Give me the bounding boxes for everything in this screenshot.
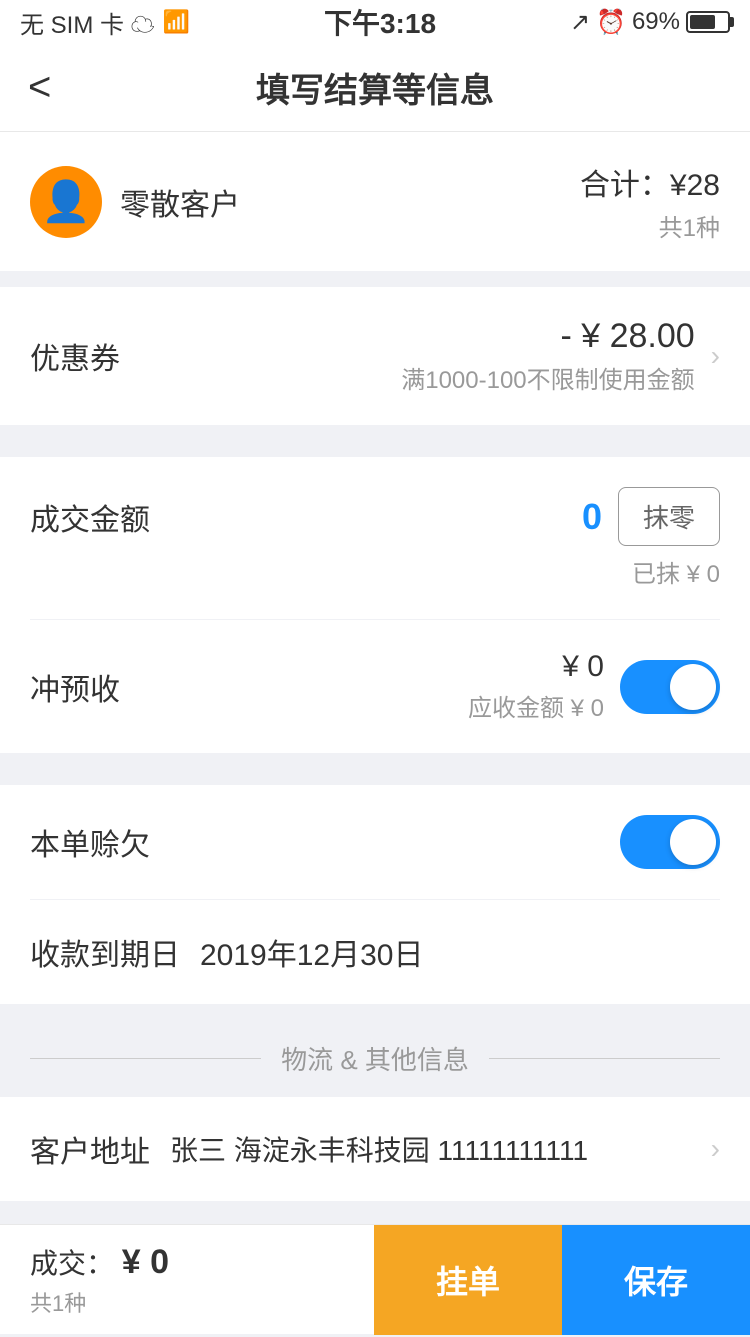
- logistics-line-right: [489, 1058, 720, 1059]
- divider-2: [0, 769, 750, 785]
- coupon-right: - ¥ 28.00 满1000-100不限制使用金额 ›: [401, 317, 720, 395]
- address-value: 张三 海淀永丰科技园 11111111111: [170, 1129, 711, 1169]
- coupon-desc: 满1000-100不限制使用金额: [401, 360, 694, 395]
- bottom-deal-amount: ¥ 0: [122, 1243, 169, 1281]
- coupon-chevron-icon: ›: [711, 340, 720, 372]
- deal-amount-value: 0: [582, 496, 602, 538]
- chong-row: 冲预收 ¥ 0 应收金额 ¥ 0: [0, 620, 750, 753]
- coupon-row[interactable]: 优惠券 - ¥ 28.00 满1000-100不限制使用金额 ›: [0, 287, 750, 425]
- coupon-amount: - ¥ 28.00: [401, 317, 694, 356]
- bottom-info: 成交： ¥ 0 共1种: [0, 1242, 374, 1318]
- due-date-value: 2019年12月30日: [200, 930, 423, 974]
- content-area: 👤 零散客户 合计：¥28 共1种 优惠券 - ¥ 28.00 满1000-10…: [0, 132, 750, 1337]
- bendan-toggle[interactable]: [620, 815, 720, 869]
- amount-top: 成交金额 0 抹零: [30, 487, 720, 546]
- chong-label: 冲预收: [30, 665, 120, 709]
- round-button[interactable]: 抹零: [618, 487, 720, 546]
- total-amount: 合计：¥28: [580, 160, 720, 204]
- chong-main-amount: ¥ 0: [468, 650, 604, 684]
- address-section: 客户地址 张三 海淀永丰科技园 11111111111 ›: [0, 1097, 750, 1201]
- customer-name: 零散客户: [120, 180, 240, 224]
- customer-left: 👤 零散客户: [30, 166, 240, 238]
- sim-label: 无 SIM 卡 ☁: [20, 5, 155, 40]
- coupon-section: 优惠券 - ¥ 28.00 满1000-100不限制使用金额 ›: [0, 287, 750, 425]
- back-button[interactable]: <: [28, 65, 51, 110]
- coupon-label: 优惠券: [30, 334, 120, 378]
- bottom-count: 共1种: [30, 1286, 344, 1318]
- battery-percent: 69%: [632, 8, 680, 36]
- bendan-label: 本单赊欠: [30, 820, 150, 864]
- bendan-toggle-thumb: [670, 819, 716, 865]
- page-title: 填写结算等信息: [256, 63, 494, 112]
- bendan-section: 本单赊欠 收款到期日 2019年12月30日: [0, 785, 750, 1004]
- due-date-row: 收款到期日 2019年12月30日: [0, 900, 750, 1004]
- status-right: ↗ ⏰ 69%: [570, 8, 730, 37]
- chong-amounts: ¥ 0 应收金额 ¥ 0: [468, 650, 604, 723]
- logistics-section-header: 物流 & 其他信息: [0, 1020, 750, 1097]
- total-count: 共1种: [580, 208, 720, 243]
- bendan-row: 本单赊欠: [0, 785, 750, 899]
- divider-1: [0, 441, 750, 457]
- customer-avatar-icon: 👤: [41, 178, 91, 225]
- address-label: 客户地址: [30, 1127, 150, 1171]
- wifi-icon: 📶: [163, 9, 190, 35]
- alarm-icon: ⏰: [596, 8, 626, 37]
- toggle-thumb: [670, 664, 716, 710]
- logistics-label: 物流 & 其他信息: [281, 1040, 469, 1077]
- chong-right: ¥ 0 应收金额 ¥ 0: [468, 650, 720, 723]
- save-button[interactable]: 保存: [562, 1225, 750, 1335]
- coupon-value-block: - ¥ 28.00 满1000-100不限制使用金额: [401, 317, 694, 395]
- location-icon: ↗: [570, 8, 590, 37]
- bottom-bar: 成交： ¥ 0 共1种 挂单 保存: [0, 1224, 750, 1334]
- deal-amount-sub: 已抹 ¥ 0: [30, 554, 720, 589]
- hold-button[interactable]: 挂单: [374, 1225, 562, 1335]
- status-bar: 无 SIM 卡 ☁ 📶 下午3:18 ↗ ⏰ 69%: [0, 0, 750, 44]
- customer-row: 👤 零散客户 合计：¥28 共1种: [0, 132, 750, 271]
- due-date-label: 收款到期日: [30, 930, 180, 974]
- customer-avatar: 👤: [30, 166, 102, 238]
- bottom-deal-label: 成交：: [30, 1248, 114, 1279]
- chong-toggle[interactable]: [620, 660, 720, 714]
- deal-amount-row: 成交金额 0 抹零 已抹 ¥ 0: [0, 457, 750, 619]
- logistics-line-left: [30, 1058, 261, 1059]
- address-row[interactable]: 客户地址 张三 海淀永丰科技园 11111111111 ›: [0, 1097, 750, 1201]
- customer-total: 合计：¥28 共1种: [580, 160, 720, 243]
- bottom-deal-row: 成交： ¥ 0: [30, 1242, 344, 1282]
- battery-icon: [686, 11, 730, 33]
- address-chevron-icon: ›: [711, 1133, 720, 1165]
- status-time: 下午3:18: [324, 2, 436, 42]
- deal-amount-right: 0 抹零: [582, 487, 720, 546]
- nav-bar: < 填写结算等信息: [0, 44, 750, 132]
- deal-amount-label: 成交金额: [30, 495, 150, 539]
- chong-sub-amount: 应收金额 ¥ 0: [468, 688, 604, 723]
- status-left: 无 SIM 卡 ☁ 📶: [20, 5, 190, 40]
- deal-amount-section: 成交金额 0 抹零 已抹 ¥ 0 冲预收 ¥ 0 应收金额 ¥ 0: [0, 457, 750, 753]
